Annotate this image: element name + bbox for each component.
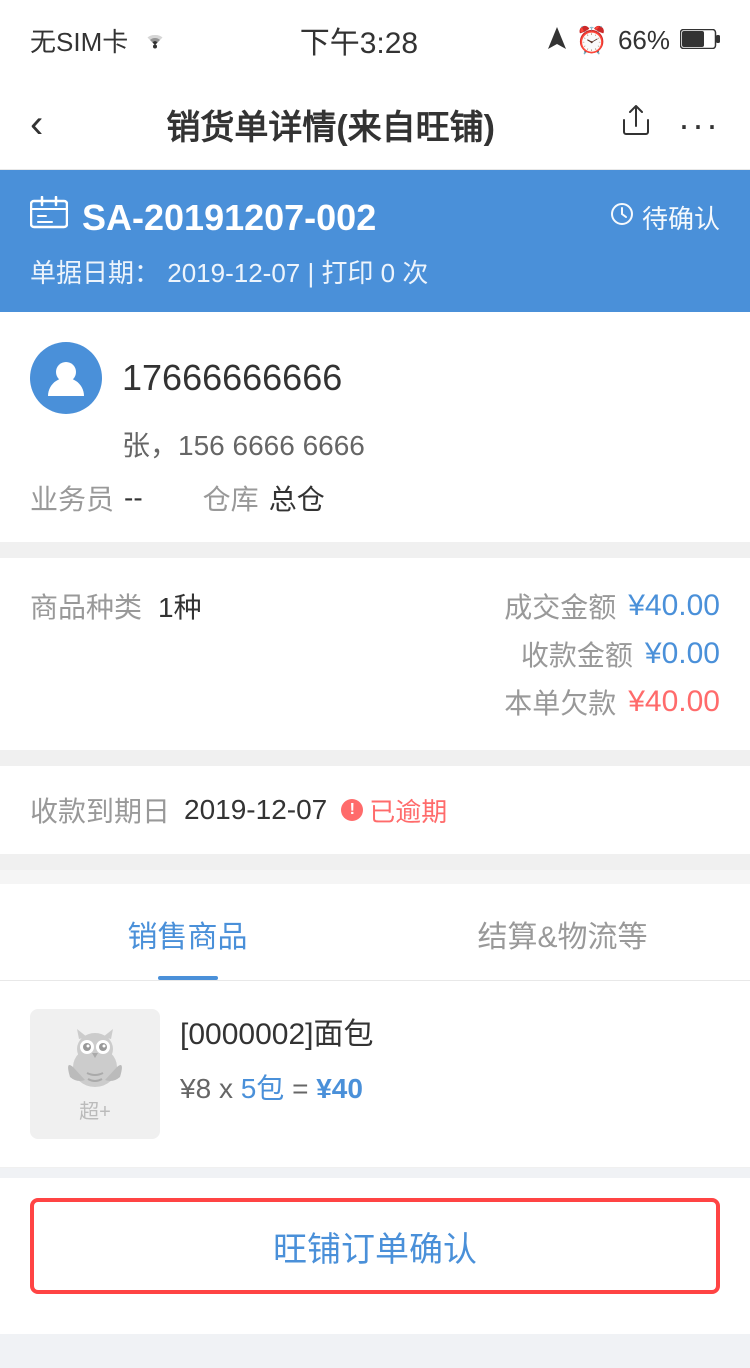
page-title: 销货单详情(来自旺铺) bbox=[166, 100, 495, 149]
share-button[interactable] bbox=[618, 102, 654, 147]
product-price: ¥8 bbox=[180, 1073, 211, 1104]
due-date-label: 收款到期日 bbox=[30, 790, 170, 830]
salesperson-item: 业务员 -- bbox=[30, 478, 143, 518]
product-price-row: ¥8 x 5包 = ¥40 bbox=[180, 1067, 720, 1107]
divider-2 bbox=[0, 750, 750, 766]
multiply-sign: x bbox=[219, 1073, 233, 1104]
more-button[interactable]: ··· bbox=[678, 104, 720, 146]
warehouse-value: 总仓 bbox=[269, 478, 325, 518]
received-amount-value: ¥0.00 bbox=[645, 637, 720, 671]
transaction-amount-value: ¥40.00 bbox=[628, 589, 720, 623]
overdue-badge: ! 已逾期 bbox=[341, 792, 447, 829]
order-header: SA-20191207-002 待确认 单据日期： 2019-12-07 | 打… bbox=[0, 170, 750, 312]
salesperson-value: -- bbox=[124, 482, 143, 514]
overdue-dot-icon: ! bbox=[341, 799, 363, 821]
warehouse-item: 仓库 总仓 bbox=[203, 478, 325, 518]
product-name: [0000002]面包 bbox=[180, 1009, 720, 1053]
transaction-amount-row: 成交金额 ¥40.00 bbox=[504, 586, 720, 626]
clock-icon bbox=[610, 202, 634, 233]
wifi-icon bbox=[140, 25, 170, 56]
tabs-section: 销售商品 结算&物流等 bbox=[0, 884, 750, 1168]
transaction-amount-label: 成交金额 bbox=[504, 586, 616, 626]
confirm-btn-wrapper: 旺铺订单确认 bbox=[0, 1178, 750, 1334]
product-list: 超+ [0000002]面包 ¥8 x 5包 = ¥40 bbox=[0, 981, 750, 1168]
customer-name-info: 张，156 6666 6666 bbox=[30, 424, 720, 464]
order-date: 单据日期： 2019-12-07 | 打印 0 次 bbox=[30, 253, 720, 290]
status-time: 下午3:28 bbox=[300, 18, 418, 62]
status-right: ⏰ 66% bbox=[548, 25, 720, 56]
amounts: 成交金额 ¥40.00 收款金额 ¥0.00 本单欠款 ¥40.00 bbox=[504, 586, 720, 722]
status-bar: 无SIM卡 下午3:28 ⏰ 66% bbox=[0, 0, 750, 80]
received-amount-label: 收款金额 bbox=[521, 634, 633, 674]
debt-amount-label: 本单欠款 bbox=[504, 682, 616, 722]
salesperson-label: 业务员 bbox=[30, 478, 114, 518]
product-type-label: 商品种类 bbox=[30, 586, 142, 626]
location-indicator bbox=[548, 25, 566, 56]
debt-amount-value: ¥40.00 bbox=[628, 685, 720, 719]
order-status: 待确认 bbox=[610, 199, 720, 236]
brand-plus: 超+ bbox=[79, 1095, 111, 1124]
product-thumbnail: 超+ bbox=[30, 1009, 160, 1139]
carrier-text: 无SIM卡 bbox=[30, 22, 128, 59]
product-qty: 5包 bbox=[241, 1073, 285, 1104]
avatar bbox=[30, 342, 102, 414]
product-details: [0000002]面包 ¥8 x 5包 = ¥40 bbox=[180, 1009, 720, 1107]
table-row: 超+ [0000002]面包 ¥8 x 5包 = ¥40 bbox=[0, 981, 750, 1168]
due-date-value: 2019-12-07 bbox=[184, 794, 327, 826]
tab-settlement-logistics[interactable]: 结算&物流等 bbox=[375, 884, 750, 980]
divider-1 bbox=[0, 542, 750, 558]
alarm-icon: ⏰ bbox=[576, 25, 608, 56]
tab-sales-products[interactable]: 销售商品 bbox=[0, 884, 375, 980]
product-total: ¥40 bbox=[316, 1073, 363, 1104]
divider-3 bbox=[0, 854, 750, 870]
confirm-order-button[interactable]: 旺铺订单确认 bbox=[30, 1198, 720, 1294]
nav-bar: ‹ 销货单详情(来自旺铺) ··· bbox=[0, 80, 750, 170]
warehouse-label: 仓库 bbox=[203, 478, 259, 518]
order-id: SA-20191207-002 bbox=[30, 196, 376, 239]
product-type-value: 1种 bbox=[158, 586, 202, 626]
customer-meta: 业务员 -- 仓库 总仓 bbox=[30, 478, 720, 518]
tabs-row: 销售商品 结算&物流等 bbox=[0, 884, 750, 981]
debt-amount-row: 本单欠款 ¥40.00 bbox=[504, 682, 720, 722]
status-left: 无SIM卡 bbox=[30, 22, 170, 59]
due-date-section: 收款到期日 2019-12-07 ! 已逾期 bbox=[0, 766, 750, 854]
nav-actions: ··· bbox=[618, 102, 720, 147]
customer-section: 17666666666 张，156 6666 6666 业务员 -- 仓库 总仓 bbox=[0, 312, 750, 542]
order-icon bbox=[30, 196, 68, 239]
back-button[interactable]: ‹ bbox=[30, 102, 43, 147]
battery-text: 66% bbox=[618, 25, 670, 56]
status-text: 待确认 bbox=[642, 199, 720, 236]
battery-icon bbox=[680, 25, 720, 56]
equals-sign: = bbox=[292, 1073, 308, 1104]
customer-phone: 17666666666 bbox=[122, 357, 342, 399]
overdue-text: 已逾期 bbox=[369, 792, 447, 829]
received-amount-row: 收款金额 ¥0.00 bbox=[521, 634, 720, 674]
order-summary: 商品种类 1种 成交金额 ¥40.00 收款金额 ¥0.00 本单欠款 ¥40.… bbox=[0, 558, 750, 750]
